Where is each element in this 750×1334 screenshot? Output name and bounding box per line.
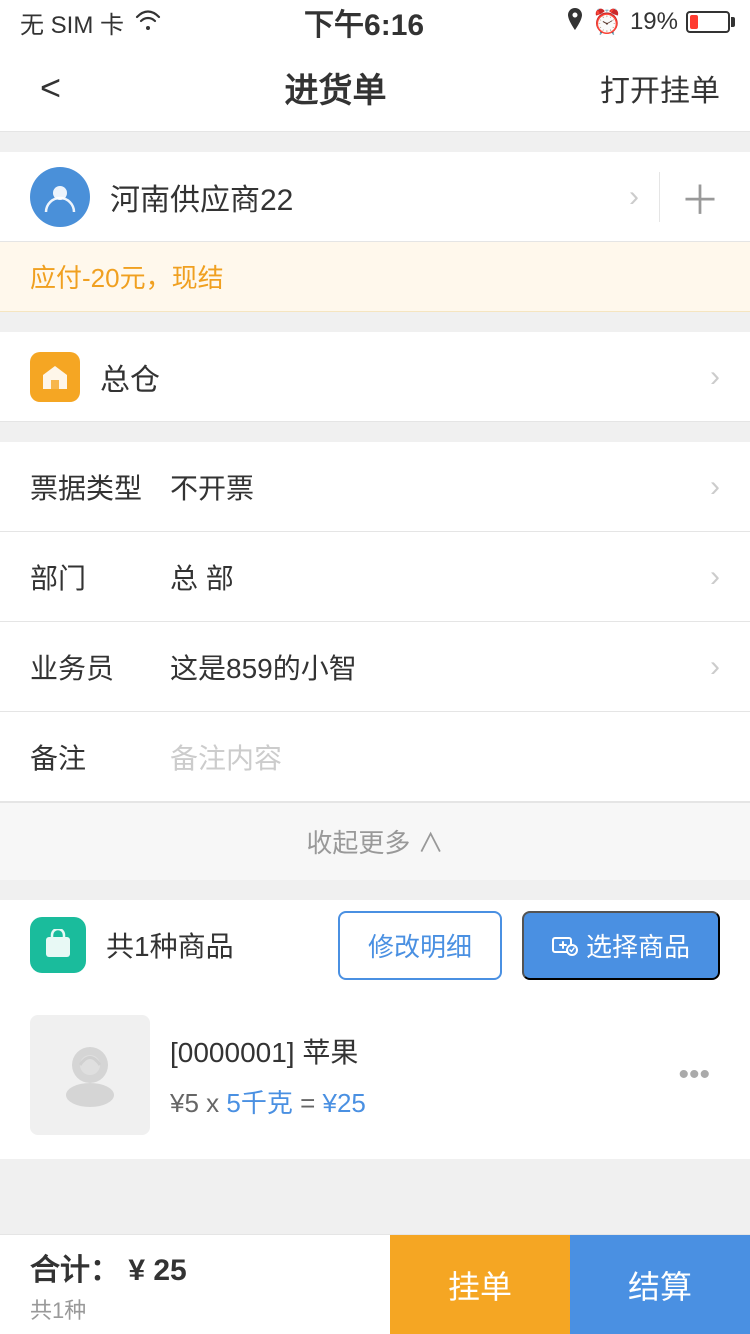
remark-label: 备注 xyxy=(30,737,150,777)
section-gap-1 xyxy=(0,132,750,152)
ticket-type-chevron-icon: › xyxy=(710,470,720,504)
section-gap-3 xyxy=(0,422,750,442)
notice-banner: 应付-20元，现结 xyxy=(0,242,750,312)
wifi-icon xyxy=(134,8,162,37)
product-title: 苹果 xyxy=(302,1037,358,1068)
add-supplier-button[interactable]: ＋ xyxy=(680,168,720,226)
edit-detail-button[interactable]: 修改明细 xyxy=(338,911,502,980)
total-section: 合计： ¥ 25 共1种 xyxy=(0,1245,390,1325)
product-qty: 5千克 xyxy=(226,1088,292,1118)
form-row-ticket[interactable]: 票据类型 不开票 › xyxy=(0,442,750,532)
salesperson-value: 这是859的小智 xyxy=(170,647,710,687)
back-button[interactable]: < xyxy=(30,57,71,119)
collapse-toggle[interactable]: 收起更多 ∧ xyxy=(0,802,750,880)
product-info: [0000001] 苹果 ¥5 x 5千克 = ¥25 xyxy=(170,1031,648,1120)
supplier-name: 河南供应商22 xyxy=(110,175,629,219)
section-gap-4 xyxy=(0,880,750,900)
warehouse-chevron-icon: › xyxy=(710,360,720,394)
supplier-section: 河南供应商22 › ＋ 应付-20元，现结 xyxy=(0,152,750,312)
salesperson-chevron-icon: › xyxy=(710,650,720,684)
status-right: ⏰ 19% xyxy=(566,8,730,37)
select-product-button[interactable]: 选择商品 xyxy=(522,911,720,980)
bottom-bar: 合计： ¥ 25 共1种 挂单 结算 xyxy=(0,1234,750,1334)
settle-button[interactable]: 结算 xyxy=(570,1235,750,1334)
ticket-type-value: 不开票 xyxy=(170,467,710,507)
warehouse-section: 总仓 › xyxy=(0,332,750,422)
supplier-avatar xyxy=(30,167,90,227)
total-label: 合计： xyxy=(30,1254,120,1287)
collapse-label: 收起更多 ∧ xyxy=(306,828,443,858)
remark-input[interactable]: 备注内容 xyxy=(170,737,720,777)
unit-price: ¥5 xyxy=(170,1088,199,1118)
department-label: 部门 xyxy=(30,557,150,597)
product-section: 共1种商品 修改明细 选择商品 [0000001] 苹果 xyxy=(0,900,750,1159)
ticket-type-label: 票据类型 xyxy=(30,467,150,507)
product-section-icon xyxy=(30,917,86,973)
warehouse-row[interactable]: 总仓 › xyxy=(0,332,750,422)
total-sub: 共1种 xyxy=(30,1293,360,1325)
supplier-chevron-icon: › xyxy=(629,180,639,214)
battery-text: 19% xyxy=(630,8,678,36)
section-gap-2 xyxy=(0,312,750,332)
form-row-salesperson[interactable]: 业务员 这是859的小智 › xyxy=(0,622,750,712)
alarm-icon: ⏰ xyxy=(592,8,622,37)
status-left: 无 SIM 卡 xyxy=(20,5,162,40)
page-title: 进货单 xyxy=(285,63,387,112)
open-pending-button[interactable]: 打开挂单 xyxy=(600,66,720,110)
form-row-remark[interactable]: 备注 备注内容 xyxy=(0,712,750,802)
product-more-button[interactable]: ••• xyxy=(668,1048,720,1102)
status-bar: 无 SIM 卡 下午6:16 ⏰ 19% xyxy=(0,0,750,44)
product-count: 共1种商品 xyxy=(106,925,318,965)
carrier-text: 无 SIM 卡 xyxy=(20,5,124,40)
salesperson-label: 业务员 xyxy=(30,647,150,687)
product-name: [0000001] 苹果 xyxy=(170,1031,648,1071)
product-price: ¥5 x 5千克 = ¥25 xyxy=(170,1083,648,1120)
battery-icon xyxy=(686,11,730,33)
select-product-label: 选择商品 xyxy=(586,927,690,964)
department-chevron-icon: › xyxy=(710,560,720,594)
total-value: ¥ 25 xyxy=(128,1254,186,1287)
status-time: 下午6:16 xyxy=(304,0,424,44)
product-item: [0000001] 苹果 ¥5 x 5千克 = ¥25 ••• xyxy=(0,991,750,1159)
location-icon xyxy=(566,8,584,37)
product-total: ¥25 xyxy=(323,1088,366,1118)
notice-text: 应付-20元，现结 xyxy=(30,263,224,293)
department-value: 总 部 xyxy=(170,557,710,597)
form-section: 票据类型 不开票 › 部门 总 部 › 业务员 这是859的小智 › 备注 备注… xyxy=(0,442,750,880)
form-row-department[interactable]: 部门 总 部 › xyxy=(0,532,750,622)
suspend-button[interactable]: 挂单 xyxy=(390,1235,570,1334)
warehouse-icon xyxy=(30,352,80,402)
warehouse-name: 总仓 xyxy=(100,355,710,399)
product-code: [0000001] xyxy=(170,1037,295,1068)
product-header: 共1种商品 修改明细 选择商品 xyxy=(0,900,750,990)
nav-bar: < 进货单 打开挂单 xyxy=(0,44,750,132)
product-thumbnail xyxy=(30,1015,150,1135)
supplier-divider xyxy=(659,172,660,222)
supplier-row[interactable]: 河南供应商22 › ＋ xyxy=(0,152,750,242)
total-amount: 合计： ¥ 25 xyxy=(30,1245,360,1289)
